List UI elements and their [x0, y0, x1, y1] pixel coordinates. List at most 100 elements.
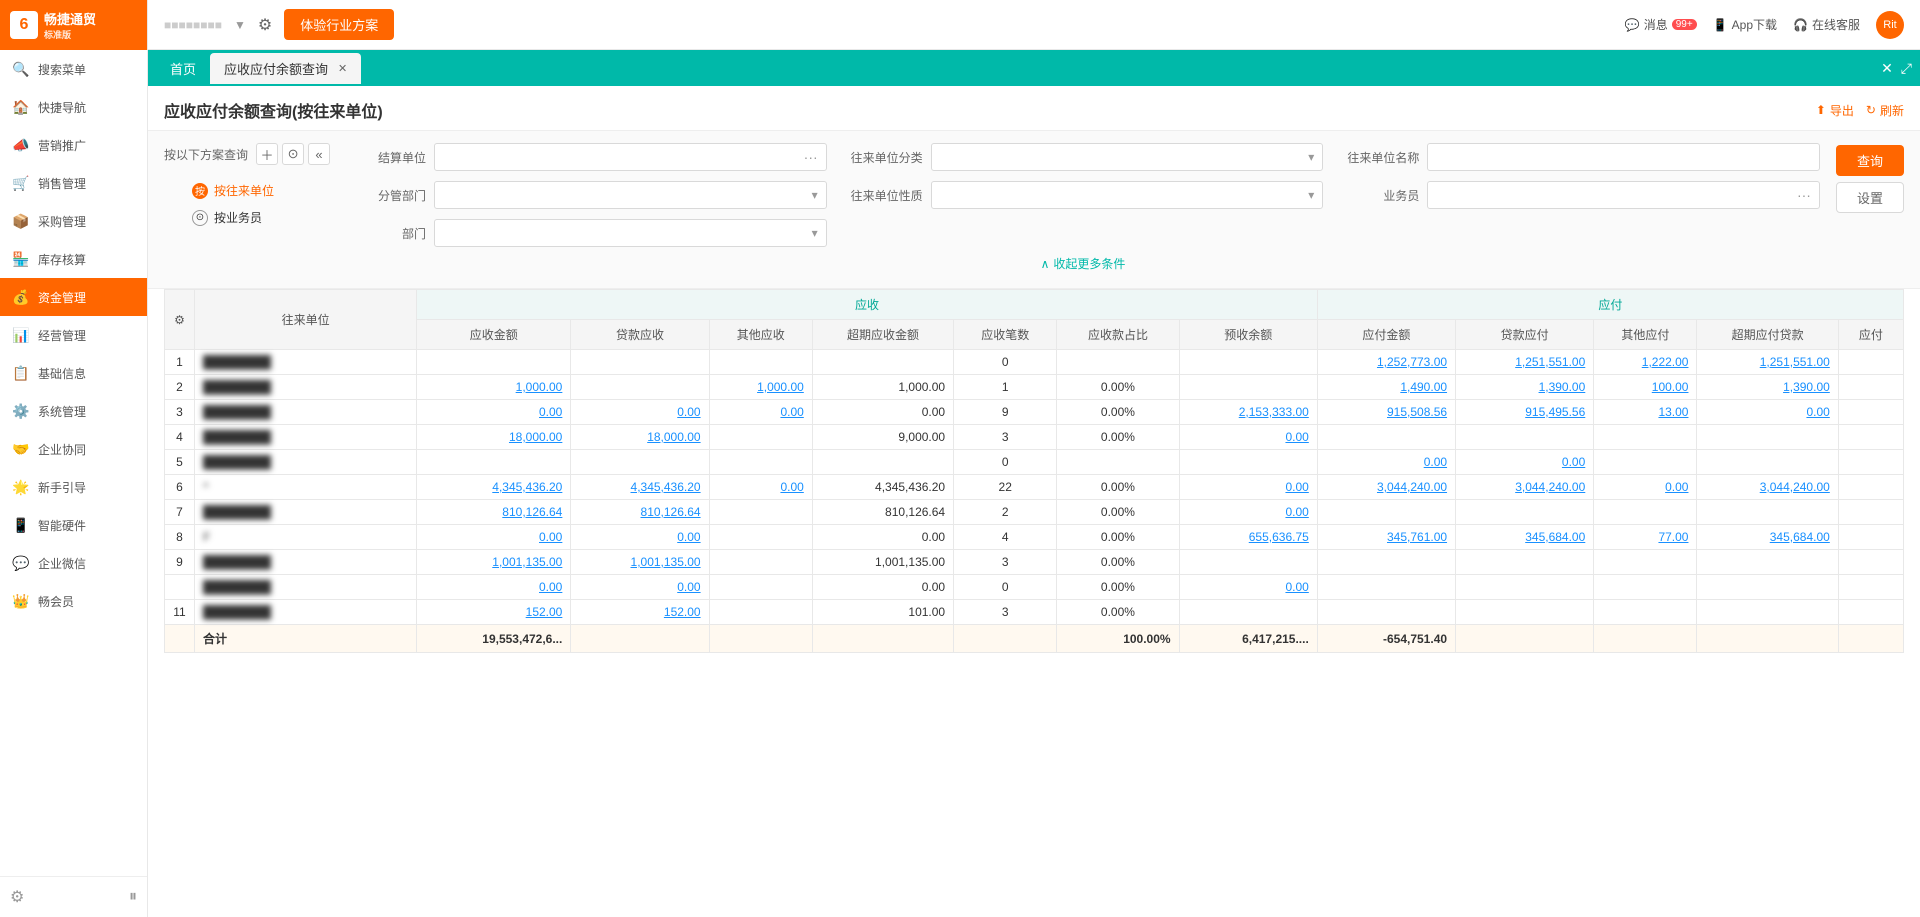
page-header-actions: ⬆ 导出 ↻ 刷新 [1816, 102, 1904, 119]
sidebar-item-7[interactable]: 📊经营管理 [0, 316, 147, 354]
sidebar-icon-3: 🛒 [12, 174, 30, 192]
tab-ar-query[interactable]: 应收应付余额查询 ✕ [210, 53, 361, 84]
total-other-ar [709, 625, 812, 653]
filter-salesman-input[interactable]: ··· [1427, 181, 1820, 209]
set-button[interactable]: 设置 [1836, 182, 1904, 213]
sidebar-label-5: 库存核算 [38, 251, 86, 268]
filter-settlement-unit: 结算单位 ··· [346, 143, 827, 171]
filter-department-label: 部门 [346, 225, 426, 242]
sidebar-item-3[interactable]: 🛒 销售管理 [0, 164, 147, 202]
collapse-sidebar-icon[interactable]: ⏸ [129, 888, 137, 906]
filter-partner-category-input[interactable]: ▾ [931, 143, 1324, 171]
sidebar-item-8[interactable]: 📋基础信息 [0, 354, 147, 392]
tab-bar: 首页 应收应付余额查询 ✕ ✕ ⤢ [148, 50, 1920, 86]
sidebar-item-14[interactable]: 👑畅会员 [0, 582, 147, 620]
tab-expand-icon[interactable]: ⤢ [1901, 60, 1912, 77]
main-content: ■■■■■■■■ ▼ ⚙ 体验行业方案 💬 消息 99+ 📱 App下载 🎧 在… [148, 0, 1920, 917]
download-icon: 📱 [1713, 18, 1728, 32]
sidebar-item-2[interactable]: 📣 营销推广 [0, 126, 147, 164]
sidebar-item-10[interactable]: 🤝企业协同 [0, 430, 147, 468]
sidebar-item-9[interactable]: ⚙️系统管理 [0, 392, 147, 430]
search-btn-group: ＋ ⊙ « [256, 143, 330, 165]
sidebar-item-6[interactable]: 💰资金管理 [0, 278, 147, 316]
filter-partner-name-input[interactable] [1427, 143, 1820, 171]
tab-close-icon[interactable]: ✕ [338, 62, 347, 75]
tab-close-window-icon[interactable]: ✕ [1881, 60, 1893, 77]
user-avatar[interactable]: Rit [1876, 11, 1904, 39]
table-row: 5████████00.000.00 [165, 450, 1904, 475]
sidebar-label-4: 采购管理 [38, 213, 86, 230]
scheme-partner-icon: 按 [192, 183, 208, 199]
filter-partner-nature-input[interactable]: ▾ [931, 181, 1324, 209]
scheme-by-salesman[interactable]: ⊙ 按业务员 [184, 206, 330, 229]
collapse-btn[interactable]: ∧ 收起更多条件 [1041, 255, 1126, 272]
sidebar-item-12[interactable]: 📱智能硬件 [0, 506, 147, 544]
sidebar-label-12: 智能硬件 [38, 517, 86, 534]
sidebar-item-0[interactable]: 🔍搜索菜单 [0, 50, 147, 88]
sidebar-label-6: 资金管理 [38, 289, 86, 306]
filter-settlement-input[interactable]: ··· [434, 143, 827, 171]
add-scheme-btn[interactable]: ＋ [256, 143, 278, 165]
total-ap-remain [1838, 625, 1903, 653]
app-download-label: App下载 [1732, 16, 1777, 33]
edit-scheme-btn[interactable]: ⊙ [282, 143, 304, 165]
sidebar-label-3: 销售管理 [38, 175, 86, 192]
filter-panel: 结算单位 ··· 往来单位分类 ▾ [346, 143, 1820, 276]
sidebar-item-11[interactable]: 🌟新手引导 [0, 468, 147, 506]
th-prepay: 预收余额 [1179, 320, 1317, 350]
th-settings: ⚙ [165, 290, 195, 350]
sidebar-item-5[interactable]: 🏪库存核算 [0, 240, 147, 278]
collapse-scheme-btn[interactable]: « [308, 143, 330, 165]
settings-gear-icon[interactable]: ⚙ [258, 15, 272, 35]
settlement-dots-icon: ··· [804, 149, 818, 165]
total-other-ap [1594, 625, 1697, 653]
sidebar-label-1: 快捷导航 [38, 99, 86, 116]
total-loan-ar [571, 625, 709, 653]
tab-home[interactable]: 首页 [156, 53, 210, 84]
app-download-btn[interactable]: 📱 App下载 [1713, 16, 1777, 33]
solution-btn[interactable]: 体验行业方案 [284, 9, 394, 40]
app-edition: 标准版 [44, 28, 96, 41]
data-table: ⚙ 往来单位 应收 应付 应收金额 贷款应收 其他应收 [164, 289, 1904, 653]
tab-ar-label: 应收应付余额查询 [224, 59, 328, 78]
sidebar-icon-2: 📣 [12, 136, 30, 154]
filter-partner-name-label: 往来单位名称 [1339, 149, 1419, 166]
sidebar-icon-8: 📋 [12, 364, 30, 382]
sidebar-label-2: 营销推广 [38, 137, 86, 154]
export-icon: ⬆ [1816, 103, 1826, 117]
settings-icon[interactable]: ⚙ [10, 887, 24, 907]
total-overdue-ap [1697, 625, 1838, 653]
filter-dept-input[interactable]: ▾ [434, 181, 827, 209]
sidebar-icon-4: 📦 [12, 212, 30, 230]
sidebar-icon-10: 🤝 [12, 440, 30, 458]
refresh-btn[interactable]: ↻ 刷新 [1866, 102, 1904, 119]
th-overdue-ar: 超期应收金额 [812, 320, 953, 350]
sidebar-item-4[interactable]: 📦 采购管理 [0, 202, 147, 240]
search-label: 按以下方案查询 [164, 146, 248, 163]
online-service-btn[interactable]: 🎧 在线客服 [1793, 16, 1860, 33]
th-overdue-ap: 超期应付贷款 [1697, 320, 1838, 350]
scheme-salesman-label: 按业务员 [214, 209, 262, 226]
message-btn[interactable]: 💬 消息 99+ [1625, 16, 1697, 33]
th-ar-amount: 应收金额 [417, 320, 571, 350]
table-settings-icon[interactable]: ⚙ [174, 313, 185, 327]
sidebar-item-13[interactable]: 💬企业微信 [0, 544, 147, 582]
filter-department-input[interactable]: ▾ [434, 219, 827, 247]
th-partner: 往来单位 [195, 290, 417, 350]
app-logo: 6 [10, 11, 38, 39]
scheme-by-partner[interactable]: 按 按往来单位 [184, 179, 330, 202]
scheme-salesman-icon: ⊙ [192, 210, 208, 226]
filter-partner-category: 往来单位分类 ▾ [843, 143, 1324, 171]
message-label: 消息 [1644, 16, 1668, 33]
dropdown-arrow-icon[interactable]: ▼ [234, 18, 246, 32]
page-content: 应收应付余额查询(按往来单位) ⬆ 导出 ↻ 刷新 [148, 86, 1920, 917]
th-loan-ap: 贷款应付 [1456, 320, 1594, 350]
filter-salesman: 业务员 ··· [1339, 181, 1820, 209]
sidebar-item-1[interactable]: 🏠快捷导航 [0, 88, 147, 126]
top-header-left: ■■■■■■■■ ▼ ⚙ 体验行业方案 [164, 9, 394, 40]
export-label: 导出 [1830, 102, 1854, 119]
query-button[interactable]: 查询 [1836, 145, 1904, 176]
table-row: 7████████810,126.64810,126.64810,126.642… [165, 500, 1904, 525]
export-btn[interactable]: ⬆ 导出 [1816, 102, 1854, 119]
partner-category-arrow-icon: ▾ [1308, 150, 1314, 164]
